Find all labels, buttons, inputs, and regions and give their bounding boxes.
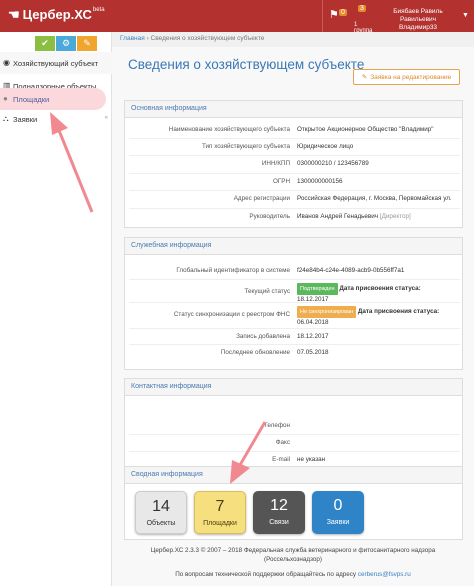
table-row: E-mail не указан (129, 451, 460, 466)
summary-tiles: 14 Объекты 7 Площадки 12 Связи 0 Заявки (135, 491, 364, 534)
pencil-icon: ✎ (361, 74, 368, 81)
table-row: ОГРН 1300000000156 (129, 173, 460, 188)
notifications-badge: 0 (339, 9, 347, 16)
breadcrumb-current: Сведения о хозяйствующем субъекте (150, 35, 265, 42)
footer: Цербер.ХС 2.3.3 © 2007 – 2018 Федеральна… (150, 547, 436, 578)
sitemap-icon: ⛬ (3, 114, 9, 123)
sidebar-shortcuts: ✔ ⚙ ✎ (35, 36, 97, 51)
shortcut-orange-icon[interactable]: ✎ (77, 36, 97, 51)
status-badge: Подтвержден (297, 283, 338, 295)
table-row: Руководитель Иванов Андрей Генадьевич [Ди… (129, 208, 460, 223)
sidebar: ✔ ⚙ ✎ ◉ Хозяйствующий субъект ▥ Поднадзо… (0, 32, 112, 586)
table-row: Наименование хозяйствующего субъекта Откр… (168, 126, 434, 133)
shortcut-green-icon[interactable]: ✔ (35, 36, 55, 51)
table-row: Телефон (263, 422, 290, 429)
map-marker-icon: ● (3, 94, 8, 103)
sidebar-item-subject[interactable]: ◉ Хозяйствующий субъект (0, 52, 112, 74)
panel-title: Контактная информация (125, 379, 462, 396)
sidebar-item-requests[interactable]: ⛬ Заявки « (0, 108, 112, 130)
breadcrumb-home[interactable]: Главная (120, 35, 145, 42)
table-row: Адрес регистрации Российская Федерация, г… (129, 190, 460, 205)
objects-tile[interactable]: 14 Объекты (135, 491, 187, 534)
table-row: Запись добавлена 18.12.2017 (129, 328, 460, 343)
edit-request-label: Заявка на редактирование (370, 73, 452, 81)
flag-icon: ⚑ (329, 9, 339, 21)
user-name: Биябаев Равиль Равильевич (393, 8, 443, 23)
user-login: Владимир33 (398, 24, 438, 31)
table-row: Текущий статус Подтвержден Дата присвоен… (129, 279, 460, 303)
logo-icon: ☚ (8, 7, 20, 22)
support-email-link[interactable]: cerberus@fsvps.ru (358, 571, 411, 578)
summary-panel: Сводная информация 14 Объекты 7 Площадки 1… (124, 466, 463, 540)
sidebar-item-places[interactable]: ● Площадки (0, 88, 106, 110)
sidebar-item-label: Хозяйствующий субъект (13, 58, 98, 68)
links-tile[interactable]: 12 Связи (253, 491, 305, 534)
service-info-panel: Служебная информация Глобальный идентифи… (124, 237, 463, 370)
page-title: Сведения о хозяйствующем субъекте (128, 57, 365, 72)
group-count: 3 (358, 5, 366, 12)
panel-title: Основная информация (125, 101, 462, 118)
group-button[interactable]: 3 1 группа (354, 0, 376, 34)
sidebar-item-label: Площадки (13, 94, 50, 104)
collapse-sidebar-icon[interactable]: « (105, 115, 108, 121)
requests-tile[interactable]: 0 Заявки (312, 491, 364, 534)
table-row: ИНН/КПП 0300000210 / 123456789 (129, 155, 460, 170)
shortcut-blue-icon[interactable]: ⚙ (56, 36, 76, 51)
user-circle-icon: ◉ (3, 58, 10, 67)
app-logo[interactable]: ☚ Цербер.ХСbeta (8, 7, 105, 23)
notifications-button[interactable]: ⚑ 0 (322, 0, 352, 32)
table-row: Тип хозяйствующего субъекта Юридическое л… (129, 138, 460, 153)
position-note[interactable]: [Директор] (380, 213, 411, 220)
table-row: Факс (129, 434, 460, 449)
chevron-down-icon[interactable]: ▼ (462, 12, 469, 19)
table-row: Статус синхронизации с реестром ФНС Не с… (129, 302, 460, 326)
table-row: Последнее обновление 07.05.2018 (129, 344, 460, 359)
table-row: Глобальный идентификатор в системе f24e84… (176, 267, 405, 274)
panel-title: Сводная информация (125, 467, 462, 484)
user-menu[interactable]: Биябаев Равиль Равильевич Владимир33 (378, 8, 458, 32)
sync-status-badge: Не синхронизирован (297, 306, 357, 318)
main-content: Главная › Сведения о хозяйствующем субъе… (112, 32, 474, 586)
sidebar-item-label: Заявки (13, 114, 38, 124)
breadcrumb: Главная › Сведения о хозяйствующем субъе… (112, 32, 474, 47)
panel-title: Служебная информация (125, 238, 462, 255)
places-tile[interactable]: 7 Площадки (194, 491, 246, 534)
basic-info-panel: Основная информация Наименование хозяйст… (124, 100, 463, 228)
top-bar: ☚ Цербер.ХСbeta ⚑ 0 3 1 группа Биябаев Ра… (0, 0, 474, 34)
edit-request-button[interactable]: ✎ Заявка на редактирование (353, 69, 460, 85)
